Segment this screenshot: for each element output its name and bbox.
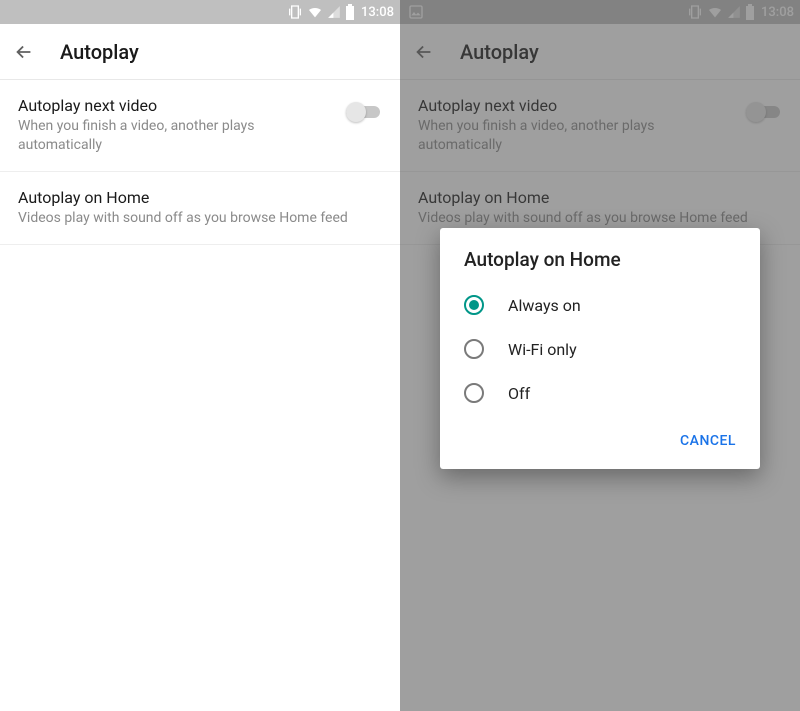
screen-settings-dialog: 13:08 Autoplay Autoplay next video When … xyxy=(400,0,800,711)
cancel-button[interactable]: CANCEL xyxy=(672,425,744,457)
toggle-autoplay-next-video[interactable] xyxy=(346,102,382,122)
option-label: Off xyxy=(508,384,530,403)
option-off[interactable]: Off xyxy=(440,371,760,415)
option-wifi-only[interactable]: Wi-Fi only xyxy=(440,327,760,371)
radio-icon xyxy=(464,295,484,315)
app-bar: Autoplay xyxy=(0,24,400,80)
battery-icon xyxy=(345,4,355,20)
setting-title: Autoplay on Home xyxy=(18,188,382,207)
option-always-on[interactable]: Always on xyxy=(440,283,760,327)
back-button[interactable] xyxy=(12,40,36,64)
option-label: Wi-Fi only xyxy=(508,340,577,359)
option-label: Always on xyxy=(508,296,581,315)
dialog-actions: CANCEL xyxy=(440,415,760,461)
signal-icon xyxy=(327,5,341,19)
setting-subtitle: When you finish a video, another plays a… xyxy=(18,117,334,155)
screen-settings: 13:08 Autoplay Autoplay next video When … xyxy=(0,0,400,711)
setting-subtitle: Videos play with sound off as you browse… xyxy=(18,209,382,228)
dialog-title: Autoplay on Home xyxy=(440,228,760,283)
status-time: 13:08 xyxy=(361,5,394,20)
radio-icon xyxy=(464,339,484,359)
dialog-autoplay-on-home: Autoplay on Home Always on Wi-Fi only Of… xyxy=(440,228,760,469)
status-bar: 13:08 xyxy=(0,0,400,24)
radio-icon xyxy=(464,383,484,403)
setting-autoplay-on-home[interactable]: Autoplay on Home Videos play with sound … xyxy=(0,172,400,245)
page-title: Autoplay xyxy=(60,40,139,64)
wifi-icon xyxy=(307,4,323,20)
setting-title: Autoplay next video xyxy=(18,96,334,115)
setting-autoplay-next-video[interactable]: Autoplay next video When you finish a vi… xyxy=(0,80,400,172)
vibrate-icon xyxy=(287,4,303,20)
